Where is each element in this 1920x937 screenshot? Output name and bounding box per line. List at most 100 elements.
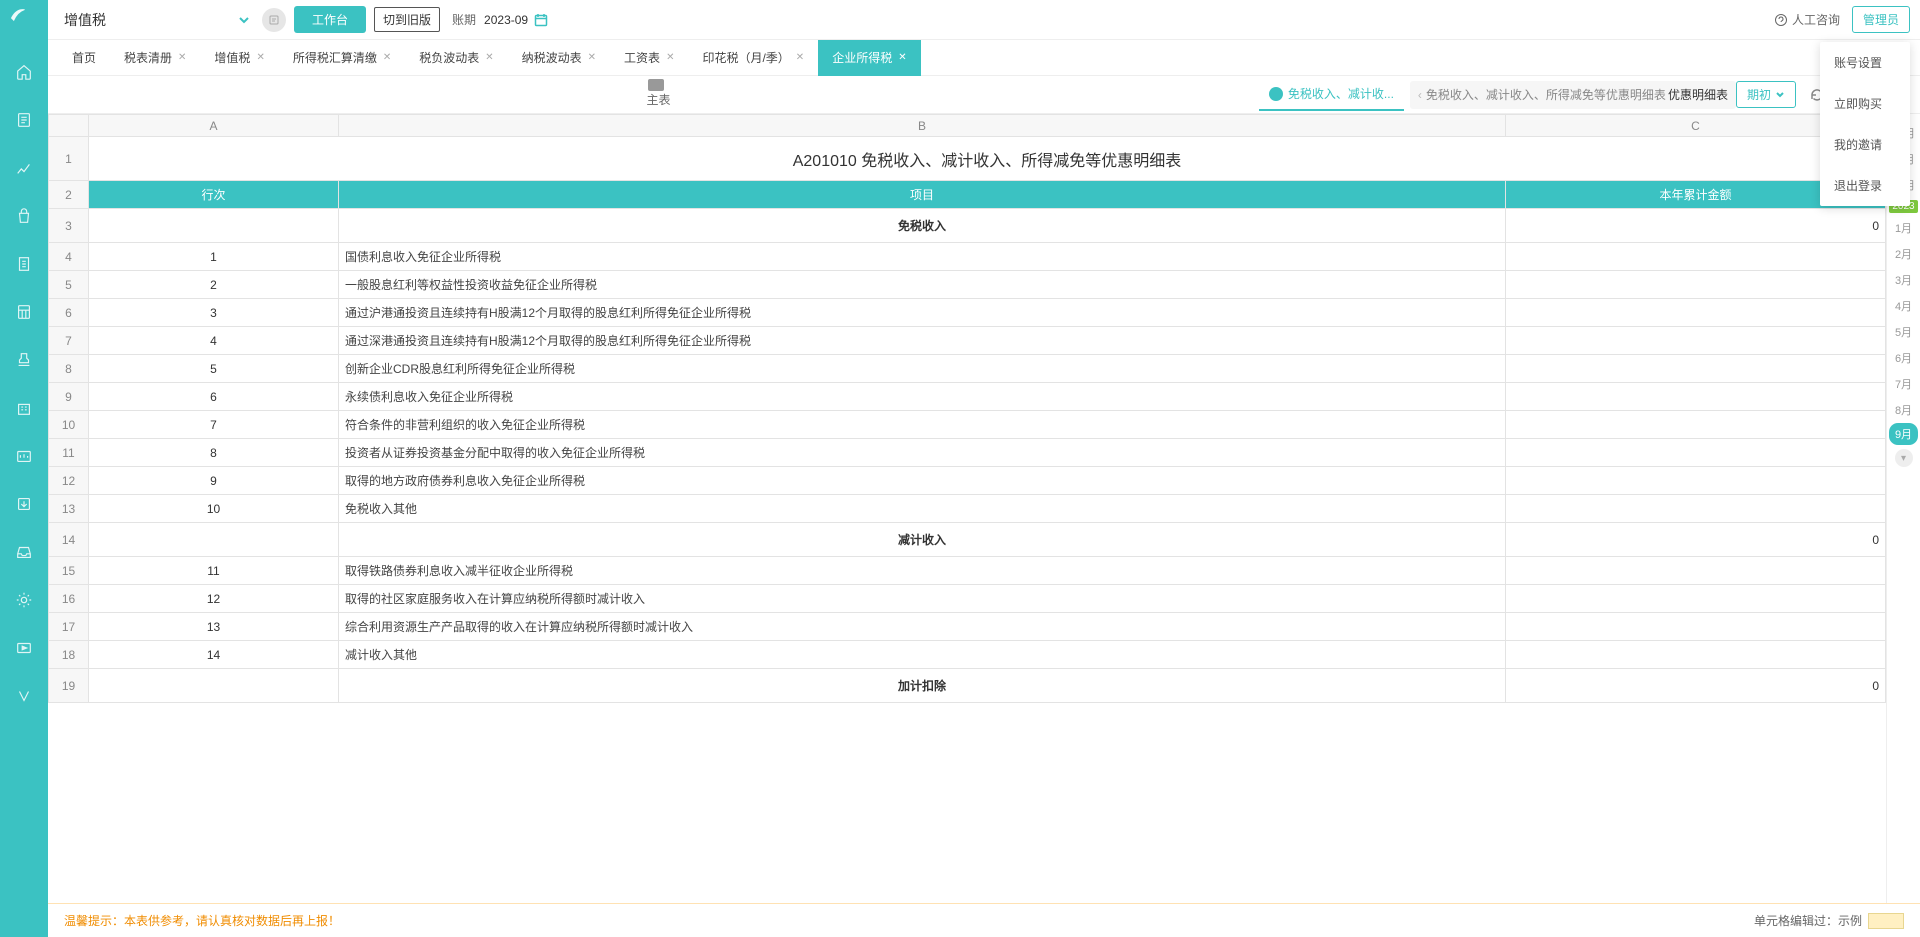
- tab-7[interactable]: 印花税（月/季）✕: [688, 40, 818, 76]
- cell-seq[interactable]: 8: [89, 439, 339, 467]
- month-item[interactable]: 2月: [1895, 241, 1912, 267]
- cell-item[interactable]: 免税收入其他: [339, 495, 1506, 523]
- cell-amount[interactable]: [1506, 467, 1886, 495]
- company-selector[interactable]: 增值税: [58, 10, 258, 30]
- cell-amount[interactable]: [1506, 383, 1886, 411]
- cell-item[interactable]: 减计收入其他: [339, 641, 1506, 669]
- tab-0[interactable]: 首页: [58, 40, 110, 76]
- month-item[interactable]: 3月: [1895, 267, 1912, 293]
- cell-seq[interactable]: 7: [89, 411, 339, 439]
- export-icon[interactable]: [14, 494, 34, 514]
- close-icon[interactable]: ✕: [256, 52, 264, 63]
- cell-amount[interactable]: [1506, 557, 1886, 585]
- month-item[interactable]: 6月: [1895, 345, 1912, 371]
- cell-seq[interactable]: 2: [89, 271, 339, 299]
- cell-seq[interactable]: 14: [89, 641, 339, 669]
- chart-line-icon[interactable]: [14, 158, 34, 178]
- tab-3[interactable]: 所得税汇算清缴✕: [279, 40, 405, 76]
- cell-amount[interactable]: [1506, 299, 1886, 327]
- subtab-detail[interactable]: 免税收入、减计收...: [1259, 79, 1404, 111]
- tab-1[interactable]: 税表清册✕: [110, 40, 200, 76]
- receipt-icon[interactable]: [14, 254, 34, 274]
- month-item[interactable]: 8月: [1895, 397, 1912, 423]
- cell-seq[interactable]: 13: [89, 613, 339, 641]
- month-item[interactable]: 5月: [1895, 319, 1912, 345]
- admin-button[interactable]: 管理员: [1852, 6, 1910, 33]
- cell-amount[interactable]: [1506, 355, 1886, 383]
- month-down-icon[interactable]: ▾: [1895, 449, 1913, 467]
- cell-item[interactable]: 一般股息红利等权益性投资收益免征企业所得税: [339, 271, 1506, 299]
- cell-amount[interactable]: [1506, 439, 1886, 467]
- note-icon[interactable]: [262, 8, 286, 32]
- cell-seq[interactable]: 5: [89, 355, 339, 383]
- close-icon[interactable]: ✕: [796, 52, 804, 63]
- month-item[interactable]: 1月: [1895, 215, 1912, 241]
- cell-item[interactable]: 符合条件的非营利组织的收入免征企业所得税: [339, 411, 1506, 439]
- cell-item[interactable]: 投资者从证券投资基金分配中取得的收入免征企业所得税: [339, 439, 1506, 467]
- cell-item[interactable]: 取得的地方政府债券利息收入免征企业所得税: [339, 467, 1506, 495]
- cell-seq[interactable]: [89, 209, 339, 243]
- menu-buy-now[interactable]: 立即购买: [1820, 83, 1910, 124]
- cell-item[interactable]: 取得铁路债券利息收入减半征收企业所得税: [339, 557, 1506, 585]
- cell-amount[interactable]: [1506, 613, 1886, 641]
- close-icon[interactable]: ✕: [178, 52, 186, 63]
- month-item-active[interactable]: 9月: [1889, 423, 1918, 445]
- menu-logout[interactable]: 退出登录: [1820, 165, 1910, 206]
- cell-item[interactable]: 通过沪港通投资且连续持有H股满12个月取得的股息红利所得免征企业所得税: [339, 299, 1506, 327]
- spreadsheet[interactable]: A B C 1 A201010 免税收入、减计收入、所得减免等优惠明细表 2 行…: [48, 114, 1886, 903]
- month-item[interactable]: 4月: [1895, 293, 1912, 319]
- tab-8[interactable]: 企业所得税✕: [818, 40, 920, 76]
- menu-my-invites[interactable]: 我的邀请: [1820, 124, 1910, 165]
- cell-amount[interactable]: 0: [1506, 523, 1886, 557]
- cell-seq[interactable]: 11: [89, 557, 339, 585]
- cell-amount[interactable]: [1506, 243, 1886, 271]
- calculator-icon[interactable]: [14, 302, 34, 322]
- tab-2[interactable]: 增值税✕: [200, 40, 278, 76]
- cell-seq[interactable]: [89, 523, 339, 557]
- tab-5[interactable]: 纳税波动表✕: [508, 40, 610, 76]
- close-icon[interactable]: ✕: [485, 52, 493, 63]
- menu-account-settings[interactable]: 账号设置: [1820, 42, 1910, 83]
- cell-item[interactable]: 创新企业CDR股息红利所得免征企业所得税: [339, 355, 1506, 383]
- close-icon[interactable]: ✕: [588, 52, 596, 63]
- cell-seq[interactable]: 10: [89, 495, 339, 523]
- cell-amount[interactable]: [1506, 585, 1886, 613]
- calendar-icon[interactable]: [534, 13, 548, 27]
- cell-amount[interactable]: [1506, 411, 1886, 439]
- cell-seq[interactable]: 4: [89, 327, 339, 355]
- month-item[interactable]: 7月: [1895, 371, 1912, 397]
- cell-item[interactable]: 取得的社区家庭服务收入在计算应纳税所得额时减计收入: [339, 585, 1506, 613]
- cell-seq[interactable]: [89, 669, 339, 703]
- cell-item[interactable]: 永续债利息收入免征企业所得税: [339, 383, 1506, 411]
- cell-amount[interactable]: [1506, 495, 1886, 523]
- cell-seq[interactable]: 1: [89, 243, 339, 271]
- cell-seq[interactable]: 3: [89, 299, 339, 327]
- cell-amount[interactable]: [1506, 271, 1886, 299]
- cell-amount[interactable]: 0: [1506, 209, 1886, 243]
- cell-amount[interactable]: [1506, 641, 1886, 669]
- cell-seq[interactable]: 9: [89, 467, 339, 495]
- tab-4[interactable]: 税负波动表✕: [405, 40, 507, 76]
- period-initial-button[interactable]: 期初: [1736, 81, 1796, 108]
- report-icon[interactable]: [14, 446, 34, 466]
- workspace-button[interactable]: 工作台: [294, 6, 366, 33]
- inbox-icon[interactable]: [14, 542, 34, 562]
- document-icon[interactable]: [14, 110, 34, 130]
- close-icon[interactable]: ✕: [666, 52, 674, 63]
- cell-item[interactable]: 通过深港通投资且连续持有H股满12个月取得的股息红利所得免征企业所得税: [339, 327, 1506, 355]
- close-icon[interactable]: ✕: [898, 52, 906, 63]
- home-icon[interactable]: [14, 62, 34, 82]
- gear-icon[interactable]: [14, 590, 34, 610]
- cell-amount[interactable]: [1506, 327, 1886, 355]
- stamp-icon[interactable]: [14, 350, 34, 370]
- cell-seq[interactable]: 12: [89, 585, 339, 613]
- building-icon[interactable]: [14, 398, 34, 418]
- tab-6[interactable]: 工资表✕: [610, 40, 688, 76]
- switch-old-button[interactable]: 切到旧版: [374, 7, 440, 32]
- cell-item[interactable]: 国债利息收入免征企业所得税: [339, 243, 1506, 271]
- subtab-main[interactable]: 主表: [60, 79, 1257, 111]
- cell-amount[interactable]: 0: [1506, 669, 1886, 703]
- v-icon[interactable]: [14, 686, 34, 706]
- cell-seq[interactable]: 6: [89, 383, 339, 411]
- consult-button[interactable]: 人工咨询: [1774, 11, 1840, 28]
